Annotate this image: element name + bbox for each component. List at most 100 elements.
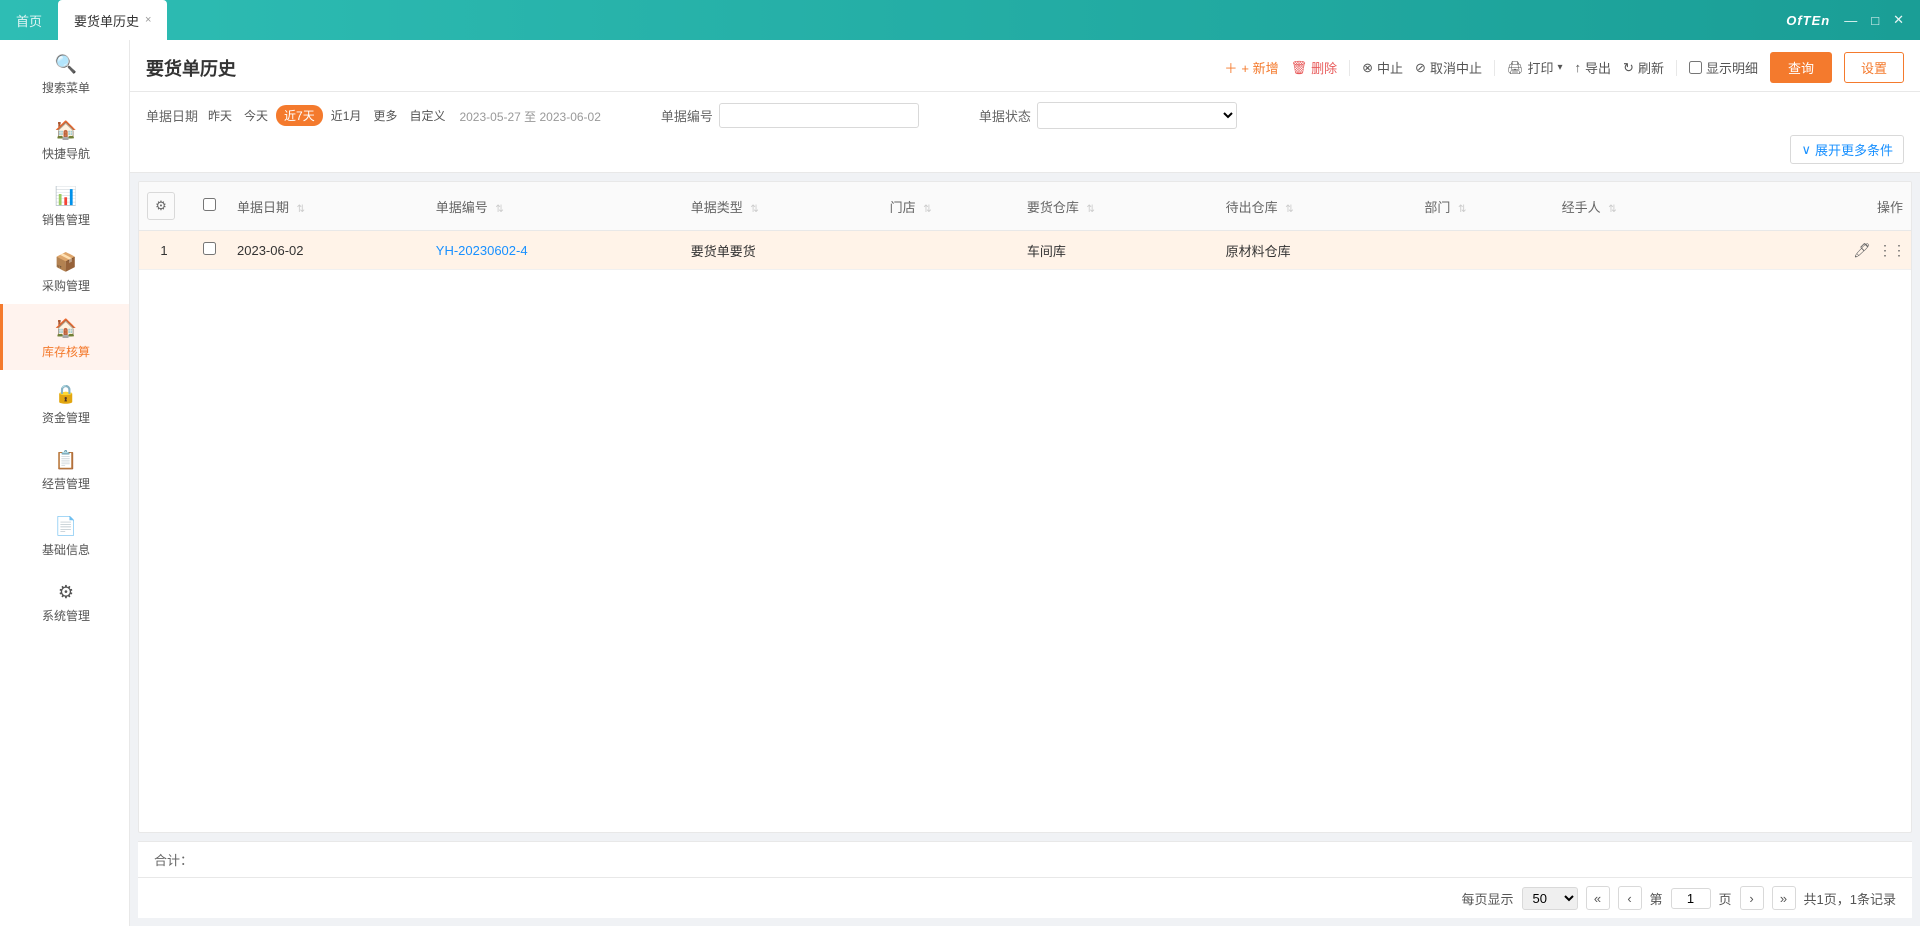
cell-pending-warehouse: 原材料仓库 [1218,231,1417,270]
page-size-select[interactable]: 10 20 50 100 [1522,887,1578,910]
col-settings[interactable]: ⚙ [139,182,189,231]
print-icon: 🖨 [1507,60,1524,76]
refresh-button[interactable]: ↻ 刷新 [1623,58,1664,77]
print-label: 打印 [1527,58,1553,77]
content-area: 要货单历史 ＋ + 新增 🗑 删除 ⊗ 中止 ⊘ 取消中止 [130,40,1920,926]
page-header: 要货单历史 ＋ + 新增 🗑 删除 ⊗ 中止 ⊘ 取消中止 [130,40,1920,92]
sidebar-item-system-label: 系统管理 [42,607,90,624]
bill-no-input[interactable] [719,103,919,128]
sort-department-icon[interactable]: ⇅ [1458,204,1466,215]
finance-icon: 🔒 [55,384,77,405]
date-filter-group: 单据日期 昨天 今天 近7天 近1月 更多 自定义 [146,105,449,126]
sidebar-item-search-menu-label: 搜索菜单 [42,79,90,96]
last-page-btn[interactable]: » [1772,886,1796,910]
sidebar-item-operations[interactable]: 📋 经营管理 [0,436,129,502]
close-btn[interactable]: ✕ [1893,12,1904,28]
shortcut-yesterday[interactable]: 昨天 [204,105,236,126]
cell-date: 2023-06-02 [229,231,428,270]
maximize-btn[interactable]: □ [1871,13,1879,28]
tab-home[interactable]: 首页 [0,0,58,40]
close-tab-icon[interactable]: × [145,14,151,26]
settings-button[interactable]: 设置 [1844,52,1904,83]
col-pending-warehouse: 待出仓库 ⇅ [1218,182,1417,231]
status-label: 单据状态 [979,106,1031,125]
col-bill-no-label: 单据编号 [436,200,488,215]
table-header: ⚙ 单据日期 ⇅ 单据编号 ⇅ [139,182,1911,231]
action-icons: 🖊 ⋮⋮ [1730,239,1903,261]
operations-icon: 📋 [55,450,77,471]
stop-label: 中止 [1377,58,1403,77]
sidebar-item-purchase[interactable]: 📦 采购管理 [0,238,129,304]
divider-3 [1676,60,1677,76]
shortcut-today[interactable]: 今天 [240,105,272,126]
row-checkbox[interactable] [203,242,216,255]
sort-handler-icon[interactable]: ⇅ [1608,204,1616,215]
divider-2 [1494,60,1495,76]
page-label-before: 第 [1650,889,1663,908]
page-label-after: 页 [1719,889,1732,908]
sidebar-item-sales[interactable]: 📊 销售管理 [0,172,129,238]
export-button[interactable]: ↑ 导出 [1575,58,1612,77]
sort-pending-warehouse-icon[interactable]: ⇅ [1285,204,1293,215]
sidebar-item-basic[interactable]: 📄 基础信息 [0,502,129,568]
cell-checkbox[interactable] [189,231,229,270]
sort-date-icon[interactable]: ⇅ [297,204,305,215]
add-button[interactable]: ＋ + 新增 [1224,58,1278,77]
sort-req-warehouse-icon[interactable]: ⇅ [1086,204,1094,215]
delete-label: 删除 [1311,58,1337,77]
cell-req-warehouse: 车间库 [1019,231,1218,270]
sort-store-icon[interactable]: ⇅ [923,204,931,215]
next-page-btn[interactable]: › [1740,886,1764,910]
cancel-stop-icon: ⊘ [1415,60,1426,76]
sidebar-item-finance[interactable]: 🔒 资金管理 [0,370,129,436]
expand-row: ∨ 展开更多条件 [146,135,1904,164]
edit-action-icon[interactable]: 🖊 [1851,239,1873,261]
show-detail-input[interactable] [1689,61,1702,74]
status-select[interactable] [1037,102,1237,129]
shortcut-1month[interactable]: 近1月 [327,105,366,126]
col-req-warehouse-label: 要货仓库 [1027,200,1079,215]
window-controls: OfTEn — □ ✕ [1770,12,1920,28]
top-bar: 首页 要货单历史 × OfTEn — □ ✕ [0,0,1920,40]
page-size-label: 每页显示 [1461,889,1513,908]
table-wrapper: ⚙ 单据日期 ⇅ 单据编号 ⇅ [138,181,1912,833]
delete-button[interactable]: 🗑 删除 [1291,58,1338,77]
sidebar-item-quick-nav[interactable]: 🏠 快捷导航 [0,106,129,172]
sidebar-item-system[interactable]: ⚙ 系统管理 [0,568,129,634]
sort-bill-type-icon[interactable]: ⇅ [750,204,758,215]
col-checkbox[interactable] [189,182,229,231]
sidebar: 🔍 搜索菜单 🏠 快捷导航 📊 销售管理 📦 采购管理 🏠 库存核算 🔒 资金管… [0,40,130,926]
minimize-btn[interactable]: — [1844,13,1857,28]
refresh-icon: ↻ [1623,60,1634,76]
sidebar-item-search-menu[interactable]: 🔍 搜索菜单 [0,40,129,106]
expand-button[interactable]: ∨ 展开更多条件 [1790,135,1904,164]
shortcut-7days[interactable]: 近7天 [276,105,323,126]
refresh-label: 刷新 [1638,58,1664,77]
select-all-checkbox[interactable] [203,198,216,211]
query-button[interactable]: 查询 [1770,52,1832,83]
sidebar-item-inventory-label: 库存核算 [42,343,90,360]
sort-bill-no-icon[interactable]: ⇅ [495,204,503,215]
cell-bill-no[interactable]: YH-20230602-4 [428,231,683,270]
delete-icon: 🗑 [1291,60,1308,76]
date-shortcuts: 昨天 今天 近7天 近1月 更多 自定义 [204,105,449,126]
settings-col-icon[interactable]: ⚙ [147,192,175,220]
stop-button[interactable]: ⊗ 中止 [1362,58,1403,77]
data-table: ⚙ 单据日期 ⇅ 单据编号 ⇅ [139,182,1911,270]
prev-page-btn[interactable]: ‹ [1618,886,1642,910]
page-title: 要货单历史 [146,55,236,81]
show-detail-checkbox[interactable]: 显示明细 [1689,58,1758,77]
print-button[interactable]: 🖨 打印 ▾ [1507,58,1563,77]
sidebar-item-inventory[interactable]: 🏠 库存核算 [0,304,129,370]
tab-bill-history[interactable]: 要货单历史 × [58,0,167,40]
print-dropdown-icon[interactable]: ▾ [1557,62,1562,73]
shortcut-custom[interactable]: 自定义 [405,105,449,126]
first-page-btn[interactable]: « [1586,886,1610,910]
bill-no-link[interactable]: YH-20230602-4 [436,243,528,258]
delete-action-icon[interactable]: ⋮⋮ [1881,239,1903,261]
sidebar-item-purchase-label: 采购管理 [42,277,90,294]
cancel-stop-button[interactable]: ⊘ 取消中止 [1415,58,1482,77]
shortcut-more[interactable]: 更多 [369,105,401,126]
col-pending-warehouse-label: 待出仓库 [1226,200,1278,215]
page-input[interactable] [1671,888,1711,909]
